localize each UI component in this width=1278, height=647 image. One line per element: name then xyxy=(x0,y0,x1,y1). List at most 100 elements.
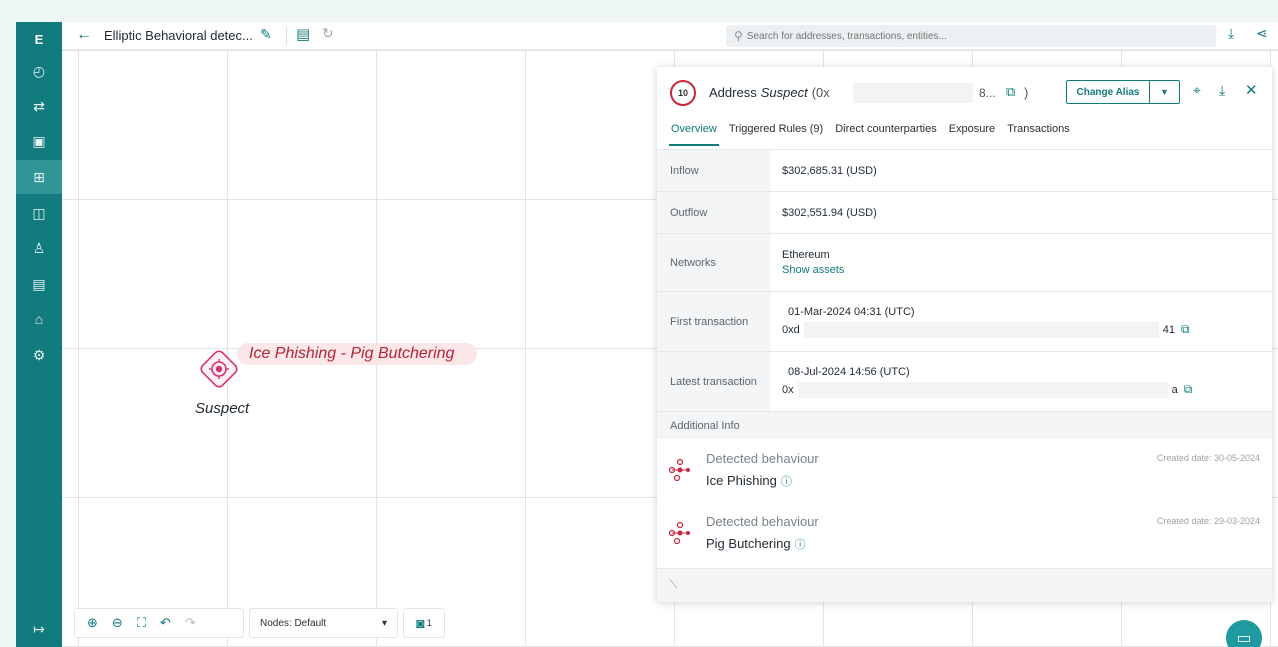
chevron-down-icon: ▾ xyxy=(381,617,387,629)
divider xyxy=(286,27,287,45)
address-end: 8... xyxy=(979,86,996,100)
download-icon[interactable]: ⤓ xyxy=(1228,25,1234,42)
transfer-icon[interactable]: ⇄ xyxy=(16,89,62,123)
hash-end[interactable]: 41 xyxy=(1163,324,1175,336)
user-icon[interactable]: ♙ xyxy=(16,231,62,265)
investigation-title: Elliptic Behavioral detec... xyxy=(104,28,253,43)
tab-triggered-rules[interactable]: Triggered Rules (9) xyxy=(727,117,825,146)
risk-score-badge: 10 xyxy=(670,80,696,106)
resize-handle-icon[interactable]: ⟍ xyxy=(669,577,677,591)
locate-icon[interactable]: ⌖ xyxy=(1193,82,1201,99)
edit-pencil-icon[interactable]: ✎ xyxy=(260,26,272,43)
behaviour-name-text: Pig Butchering xyxy=(706,536,791,551)
fit-screen-icon[interactable]: ⛶ xyxy=(137,615,146,631)
redacted-address xyxy=(853,83,973,103)
search-bar: ⚲ xyxy=(726,25,1216,47)
additional-info-header: Additional Info xyxy=(657,411,1272,439)
settings-icon[interactable]: ⚙ xyxy=(16,338,62,372)
overview-table: Inflow $302,685.31 (USD) Outflow $302,55… xyxy=(657,149,1272,565)
wallet-icon[interactable]: ▣ xyxy=(16,124,62,158)
tab-direct-counterparties[interactable]: Direct counterparties xyxy=(833,117,939,146)
first-transaction-hash: 0xd 41 ⧉ xyxy=(782,321,1272,338)
back-arrow-icon[interactable]: ← xyxy=(76,26,92,44)
latest-transaction-date: 08-Jul-2024 14:56 (UTC) xyxy=(788,365,910,378)
comment-icon[interactable]: ▤ xyxy=(296,25,310,43)
address-close: ) xyxy=(1024,85,1029,100)
search-icon: ⚲ xyxy=(734,29,743,43)
panel-tabs: Overview Triggered Rules (9) Direct coun… xyxy=(669,117,1072,146)
close-icon[interactable]: ✕ xyxy=(1245,81,1258,99)
behaviour-tag[interactable]: Ice Phishing - Pig Butchering xyxy=(237,343,477,365)
networks-label: Networks xyxy=(657,234,770,291)
share-icon[interactable]: ⋖ xyxy=(1256,25,1268,42)
behaviour-title: Detected behaviour xyxy=(706,451,819,466)
table-row: Inflow $302,685.31 (USD) xyxy=(657,149,1272,191)
behaviour-name: Ice Phishing ⓘ xyxy=(706,473,792,489)
gauge-icon[interactable]: ◴ xyxy=(16,54,62,88)
address-start: (0x xyxy=(811,85,830,100)
hash-end[interactable]: a xyxy=(1172,384,1178,396)
copy-icon[interactable]: ⧉ xyxy=(1181,322,1190,337)
logout-icon[interactable]: ↦ xyxy=(16,612,62,646)
show-assets-link[interactable]: Show assets xyxy=(782,264,1272,276)
tab-exposure[interactable]: Exposure xyxy=(947,117,997,146)
view-count: 1 xyxy=(426,618,432,628)
academy-icon[interactable]: ⌂ xyxy=(16,302,62,336)
nodes-dropdown[interactable]: Nodes: Default ▾ xyxy=(249,608,398,638)
panel-title: Address Suspect (0x xyxy=(709,85,830,100)
behaviour-created-date: Created date: 30-05-2024 xyxy=(1156,453,1260,463)
view-toggle-button[interactable]: ◙ 1 xyxy=(403,608,445,638)
chart-icon[interactable]: ◫ xyxy=(16,196,62,230)
graph-toolbar: ⊕ ⊖ ⛶ ↶ ↷ xyxy=(74,608,244,638)
tab-transactions[interactable]: Transactions xyxy=(1005,117,1072,146)
table-row: First transaction 01-Mar-2024 04:31 (UTC… xyxy=(657,291,1272,351)
logo[interactable]: E xyxy=(16,22,62,56)
latest-transaction-hash: 0x a ⧉ xyxy=(782,381,1272,398)
hash-start[interactable]: 0x xyxy=(782,384,794,396)
hash-start[interactable]: 0xd xyxy=(782,324,800,336)
table-icon[interactable]: ▤ xyxy=(16,267,62,301)
outflow-label: Outflow xyxy=(657,192,770,233)
networks-value: Ethereum xyxy=(782,249,830,261)
sidebar: E ◴ ⇄ ▣ ⊞ ◫ ♙ ▤ ⌂ ⚙ ↦ xyxy=(16,22,62,647)
chat-icon: ▭ xyxy=(1236,630,1252,647)
eye-icon: ◙ xyxy=(416,615,425,631)
inflow-label: Inflow xyxy=(657,150,770,191)
history-icon[interactable]: ↻ xyxy=(322,25,334,42)
undo-icon[interactable]: ↶ xyxy=(160,615,171,631)
redo-icon[interactable]: ↷ xyxy=(185,615,196,631)
copy-icon[interactable]: ⧉ xyxy=(1006,84,1015,100)
app-frame: E ◴ ⇄ ▣ ⊞ ◫ ♙ ▤ ⌂ ⚙ ↦ › ← Elliptic Behav… xyxy=(16,22,1278,647)
behaviour-item: Detected behaviour Ice Phishing ⓘ Created… xyxy=(657,439,1272,502)
help-icon[interactable]: ⓘ xyxy=(795,539,806,551)
table-row: Outflow $302,551.94 (USD) xyxy=(657,191,1272,233)
help-icon[interactable]: ⓘ xyxy=(781,476,792,488)
topbar: ← Elliptic Behavioral detec... ✎ ▤ ↻ ⚲ ⤓… xyxy=(62,22,1278,50)
behaviour-name: Pig Butchering ⓘ xyxy=(706,536,806,552)
tab-overview[interactable]: Overview xyxy=(669,117,719,146)
suspect-node-icon[interactable] xyxy=(197,347,241,391)
redacted-hash xyxy=(803,321,1159,338)
search-input[interactable] xyxy=(746,30,1147,42)
inflow-value: $302,685.31 (USD) xyxy=(782,164,877,177)
address-alias: Suspect xyxy=(760,85,808,100)
node-label: Suspect xyxy=(195,400,250,417)
behaviour-name-text: Ice Phishing xyxy=(706,473,777,488)
address-details-panel: 10 Address Suspect (0x 8... ⧉ ) Change A… xyxy=(657,67,1272,602)
download-icon[interactable]: ⤓ xyxy=(1219,82,1225,99)
title-prefix: Address xyxy=(709,85,757,100)
table-row: Latest transaction 08-Jul-2024 14:56 (UT… xyxy=(657,351,1272,411)
chevron-down-icon[interactable]: ▼ xyxy=(1149,81,1179,103)
redacted-hash xyxy=(797,381,1168,398)
graph-icon[interactable]: ⊞ xyxy=(16,160,62,194)
copy-icon[interactable]: ⧉ xyxy=(1184,382,1193,397)
zoom-out-icon[interactable]: ⊖ xyxy=(112,615,123,631)
zoom-in-icon[interactable]: ⊕ xyxy=(87,615,98,631)
change-alias-label: Change Alias xyxy=(1076,86,1140,98)
first-transaction-label: First transaction xyxy=(657,292,770,351)
change-alias-button[interactable]: Change Alias ▼ xyxy=(1066,80,1180,104)
first-transaction-date: 01-Mar-2024 04:31 (UTC) xyxy=(788,305,915,318)
nodes-dropdown-value: Nodes: Default xyxy=(260,617,327,629)
latest-transaction-label: Latest transaction xyxy=(657,352,770,411)
behaviour-network-icon xyxy=(669,522,690,544)
